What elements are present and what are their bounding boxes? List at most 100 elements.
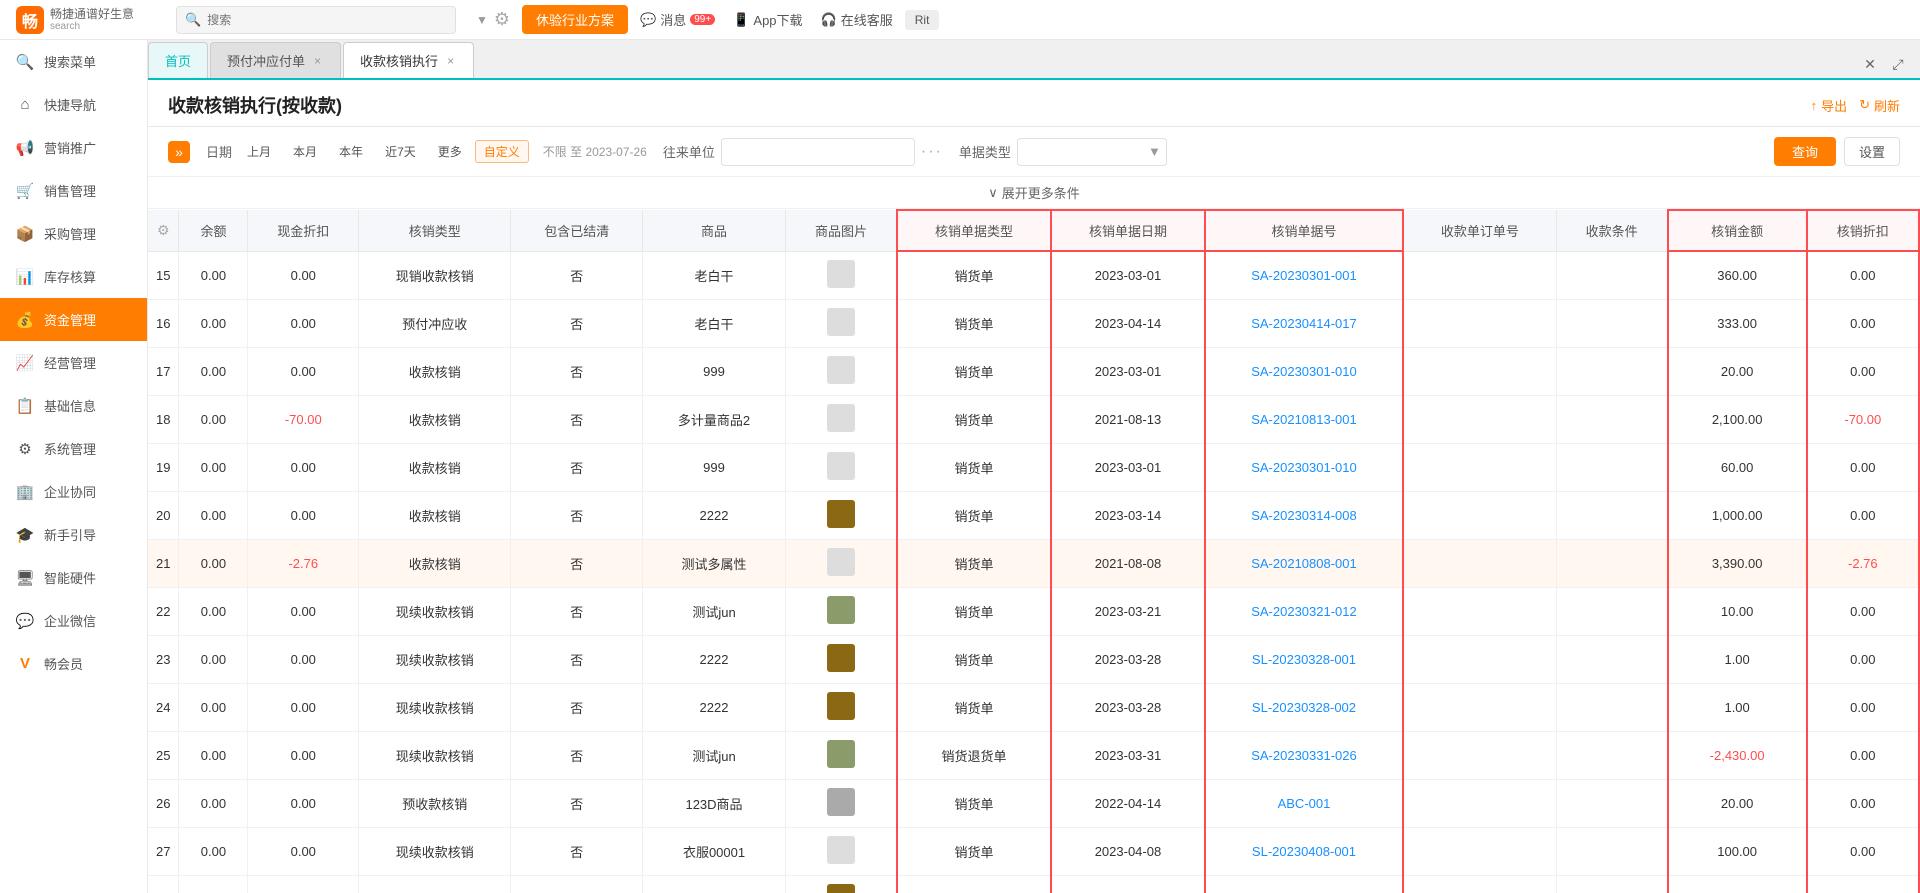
td-goods: 2222 <box>642 635 785 683</box>
settings-icon[interactable]: ⚙ <box>494 9 510 30</box>
td-writeoff-bill-type: 销货单 <box>897 251 1051 299</box>
sidebar-item-operation[interactable]: 📈 经营管理 <box>0 341 147 384</box>
th-settings[interactable]: ⚙ <box>148 210 179 251</box>
tab-receivable[interactable]: 收款核销执行 × <box>343 42 474 78</box>
table-row: 17 0.00 0.00 收款核销 否 999 销货单 2023-03-01 S… <box>148 347 1919 395</box>
from-unit-more[interactable]: ··· <box>921 143 943 161</box>
sidebar-item-hardware[interactable]: 🖥 智能硬件 <box>0 556 147 599</box>
date-7days[interactable]: 近7天 <box>376 140 425 163</box>
table-row: 22 0.00 0.00 现续收款核销 否 测试jun 销货单 2023-03-… <box>148 587 1919 635</box>
sidebar-item-guide[interactable]: 🎓 新手引导 <box>0 513 147 556</box>
table-row: 15 0.00 0.00 现销收款核销 否 老白干 销货单 2023-03-01… <box>148 251 1919 299</box>
td-writeoff-bill-type: 销货单 <box>897 875 1051 893</box>
sidebar: 🔍 搜索菜单 ⌂ 快捷导航 📢 营销推广 🛒 销售管理 📦 采购管理 📊 库存核… <box>0 40 148 893</box>
hardware-icon: 🖥 <box>16 569 34 587</box>
tab-close-btn[interactable]: ✕ <box>1858 52 1882 76</box>
table-body: 15 0.00 0.00 现销收款核销 否 老白干 销货单 2023-03-01… <box>148 251 1919 893</box>
td-goods: 2222 <box>642 491 785 539</box>
td-writeoff-type: 预收款核销 <box>359 779 511 827</box>
sidebar-item-purchase[interactable]: 📦 采购管理 <box>0 212 147 255</box>
date-this-month[interactable]: 本月 <box>284 140 326 163</box>
user-area[interactable]: Rit <box>905 10 940 30</box>
td-writeoff-discount: 0.00 <box>1807 779 1919 827</box>
sidebar-item-system[interactable]: ⚙ 系统管理 <box>0 427 147 470</box>
refresh-btn[interactable]: ↻ 刷新 <box>1859 96 1900 115</box>
td-writeoff-bill-no: SA-20210813-001 <box>1205 395 1403 443</box>
date-custom[interactable]: 自定义 <box>475 140 529 163</box>
tab-bar: 首页 预付冲应付单 × 收款核销执行 × ✕ ⤢ <box>148 40 1920 80</box>
td-goods: 测试jun <box>642 587 785 635</box>
td-receipt-condition <box>1556 827 1667 875</box>
td-goods-img <box>786 491 897 539</box>
td-writeoff-bill-no: SL-20230418-001 <box>1205 875 1403 893</box>
td-cash-discount: 0.00 <box>248 587 359 635</box>
tab-expand-btn[interactable]: ⤢ <box>1886 52 1910 76</box>
logo-area: 畅 畅捷通谱好生意 search <box>16 6 164 34</box>
td-row-no: 20 <box>148 491 179 539</box>
gear-icon[interactable]: ⚙ <box>157 222 170 238</box>
td-writeoff-bill-type: 销货单 <box>897 299 1051 347</box>
sidebar-item-enterprise[interactable]: 🏢 企业协同 <box>0 470 147 513</box>
tab-close-receivable[interactable]: × <box>444 53 457 69</box>
td-writeoff-bill-date: 2023-04-08 <box>1051 827 1205 875</box>
app-download-btn[interactable]: 📱 App下载 <box>733 10 802 29</box>
expand-filter-btn[interactable]: » <box>168 141 190 163</box>
date-more[interactable]: 更多 <box>429 140 471 163</box>
sidebar-item-basic[interactable]: 📋 基础信息 <box>0 384 147 427</box>
sidebar-item-wechat[interactable]: 💬 企业微信 <box>0 599 147 642</box>
page-header: 收款核销执行(按收款) ↑ 导出 ↻ 刷新 <box>148 80 1920 127</box>
td-goods: 2222 <box>642 875 785 893</box>
search-btn[interactable]: 查询 <box>1774 137 1836 166</box>
th-writeoff-amount: 核销金额 <box>1668 210 1807 251</box>
settings-filter-btn[interactable]: 设置 <box>1844 137 1900 166</box>
td-goods: 老白干 <box>642 299 785 347</box>
top-search-box[interactable]: 🔍 <box>176 6 456 34</box>
sidebar-item-sales[interactable]: 🛒 销售管理 <box>0 169 147 212</box>
receipt-type-label: 单据类型 <box>959 142 1011 161</box>
top-search-input[interactable] <box>207 13 447 27</box>
sidebar-item-search[interactable]: 🔍 搜索菜单 <box>0 40 147 83</box>
td-row-no: 16 <box>148 299 179 347</box>
tab-home[interactable]: 首页 <box>148 42 208 78</box>
td-writeoff-type: 现续收款核销 <box>359 683 511 731</box>
td-writeoff-discount: 0.00 <box>1807 347 1919 395</box>
receipt-type-select[interactable] <box>1017 138 1167 166</box>
sidebar-item-quick[interactable]: ⌂ 快捷导航 <box>0 83 147 126</box>
industry-btn[interactable]: 休验行业方案 <box>522 5 628 34</box>
sidebar-item-capital[interactable]: 💰 资金管理 <box>0 298 147 341</box>
td-writeoff-discount: 0.00 <box>1807 731 1919 779</box>
td-balance: 0.00 <box>179 539 248 587</box>
notify-btn[interactable]: 💬 消息 99+ <box>640 10 715 29</box>
sidebar-item-inventory[interactable]: 📊 库存核算 <box>0 255 147 298</box>
online-service-btn[interactable]: 🎧 在线客服 <box>821 10 893 29</box>
td-writeoff-bill-no: ABC-001 <box>1205 779 1403 827</box>
inventory-icon: 📊 <box>16 268 34 286</box>
td-receipt-order-no <box>1403 875 1556 893</box>
sidebar-item-marketing[interactable]: 📢 营销推广 <box>0 126 147 169</box>
expand-more-btn[interactable]: ∨ 展开更多条件 <box>988 183 1080 202</box>
sidebar-item-vip[interactable]: V 畅会员 <box>0 642 147 685</box>
td-receipt-condition <box>1556 443 1667 491</box>
table-row: 28 0.00 0.00 现续收款核销 否 2222 销货单 2023-04-1… <box>148 875 1919 893</box>
td-writeoff-bill-no: SA-20230301-010 <box>1205 443 1403 491</box>
tab-close-prepay[interactable]: × <box>311 53 324 69</box>
date-last-month[interactable]: 上月 <box>238 140 280 163</box>
refresh-icon: ↻ <box>1859 97 1870 113</box>
td-row-no: 18 <box>148 395 179 443</box>
td-writeoff-amount: 1,000.00 <box>1668 491 1807 539</box>
tab-prepay[interactable]: 预付冲应付单 × <box>210 42 341 78</box>
td-goods: 2222 <box>642 683 785 731</box>
td-cash-discount: 0.00 <box>248 827 359 875</box>
td-receipt-condition <box>1556 779 1667 827</box>
td-goods-img <box>786 443 897 491</box>
td-writeoff-bill-type: 销货单 <box>897 347 1051 395</box>
export-btn[interactable]: ↑ 导出 <box>1811 96 1848 115</box>
date-this-year[interactable]: 本年 <box>330 140 372 163</box>
td-receipt-order-no <box>1403 827 1556 875</box>
td-row-no: 15 <box>148 251 179 299</box>
td-goods-img <box>786 875 897 893</box>
td-writeoff-amount: 1.00 <box>1668 683 1807 731</box>
td-row-no: 27 <box>148 827 179 875</box>
from-unit-input[interactable] <box>721 138 915 166</box>
td-receipt-condition <box>1556 875 1667 893</box>
